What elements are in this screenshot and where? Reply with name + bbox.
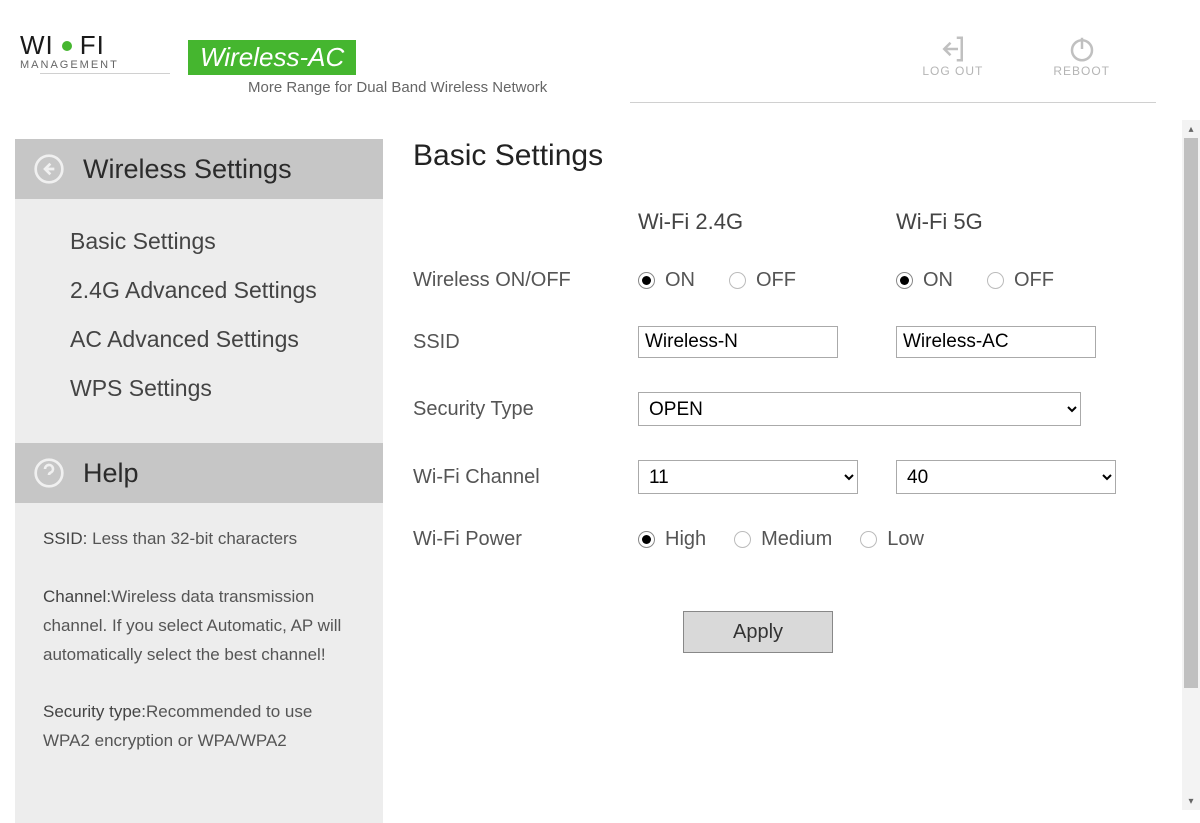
help-ssid-text: Less than 32-bit characters <box>87 529 297 548</box>
radio-on-label: ON <box>923 269 953 292</box>
radio-5g-off[interactable]: OFF <box>987 269 1054 292</box>
page-title: Basic Settings <box>413 139 1200 173</box>
power-low-label: Low <box>887 528 924 551</box>
radio-power-high[interactable]: High <box>638 528 706 551</box>
sidebar: Wireless Settings Basic Settings 2.4G Ad… <box>15 139 383 823</box>
logo-text-1: WI <box>20 30 54 61</box>
label-ssid: SSID <box>413 331 638 354</box>
logo-divider <box>40 73 170 74</box>
logo-subtitle: MANAGEMENT <box>20 59 170 71</box>
sidebar-item-ac-advanced[interactable]: AC Advanced Settings <box>70 315 383 364</box>
scrollbar[interactable]: ▴ ▾ <box>1182 120 1200 810</box>
power-icon <box>1067 34 1097 64</box>
logout-button[interactable]: LOG OUT <box>922 34 983 78</box>
help-content: SSID: Less than 32-bit characters Channe… <box>15 503 383 756</box>
logout-label: LOG OUT <box>922 64 983 78</box>
product-badge: Wireless-AC <box>188 40 356 75</box>
radio-24g-on[interactable]: ON <box>638 269 695 292</box>
channel-5g-select[interactable]: 40 <box>896 460 1116 494</box>
logo-text-2: FI <box>80 30 105 61</box>
sidebar-section-header[interactable]: Wireless Settings <box>15 139 383 199</box>
help-channel-label: Channel: <box>43 587 111 606</box>
logo-dot-icon <box>62 41 72 51</box>
scroll-up-icon[interactable]: ▴ <box>1184 122 1198 136</box>
ssid-24g-input[interactable] <box>638 326 838 358</box>
sidebar-item-wps[interactable]: WPS Settings <box>70 364 383 413</box>
reboot-button[interactable]: REBOOT <box>1053 34 1110 78</box>
radio-power-medium[interactable]: Medium <box>734 528 832 551</box>
radio-off-label: OFF <box>756 269 796 292</box>
channel-24g-select[interactable]: 11 <box>638 460 858 494</box>
sidebar-item-basic[interactable]: Basic Settings <box>70 217 383 266</box>
tagline: More Range for Dual Band Wireless Networ… <box>248 79 547 96</box>
back-arrow-icon <box>33 153 65 185</box>
radio-on-label: ON <box>665 269 695 292</box>
sidebar-help-header[interactable]: Help <box>15 443 383 503</box>
reboot-label: REBOOT <box>1053 64 1110 78</box>
scrollbar-thumb[interactable] <box>1184 138 1198 688</box>
label-security: Security Type <box>413 398 638 421</box>
sidebar-item-24g-advanced[interactable]: 2.4G Advanced Settings <box>70 266 383 315</box>
label-channel: Wi-Fi Channel <box>413 466 638 489</box>
label-wireless-onoff: Wireless ON/OFF <box>413 269 638 292</box>
radio-24g-off[interactable]: OFF <box>729 269 796 292</box>
ssid-5g-input[interactable] <box>896 326 1096 358</box>
column-header-5g: Wi-Fi 5G <box>896 209 1154 235</box>
help-icon <box>33 457 65 489</box>
scroll-down-icon[interactable]: ▾ <box>1184 794 1198 808</box>
power-high-label: High <box>665 528 706 551</box>
radio-5g-on[interactable]: ON <box>896 269 953 292</box>
security-type-select[interactable]: OPEN <box>638 392 1081 426</box>
sidebar-section-title: Wireless Settings <box>83 154 292 185</box>
apply-button[interactable]: Apply <box>683 611 833 653</box>
radio-power-low[interactable]: Low <box>860 528 924 551</box>
sidebar-help-title: Help <box>83 458 139 489</box>
label-power: Wi-Fi Power <box>413 528 638 551</box>
logo: WI FI MANAGEMENT <box>20 30 170 74</box>
help-ssid-label: SSID: <box>43 529 87 548</box>
column-header-24g: Wi-Fi 2.4G <box>638 209 896 235</box>
power-medium-label: Medium <box>761 528 832 551</box>
radio-off-label: OFF <box>1014 269 1054 292</box>
logout-icon <box>938 34 968 64</box>
help-security-label: Security type: <box>43 702 146 721</box>
